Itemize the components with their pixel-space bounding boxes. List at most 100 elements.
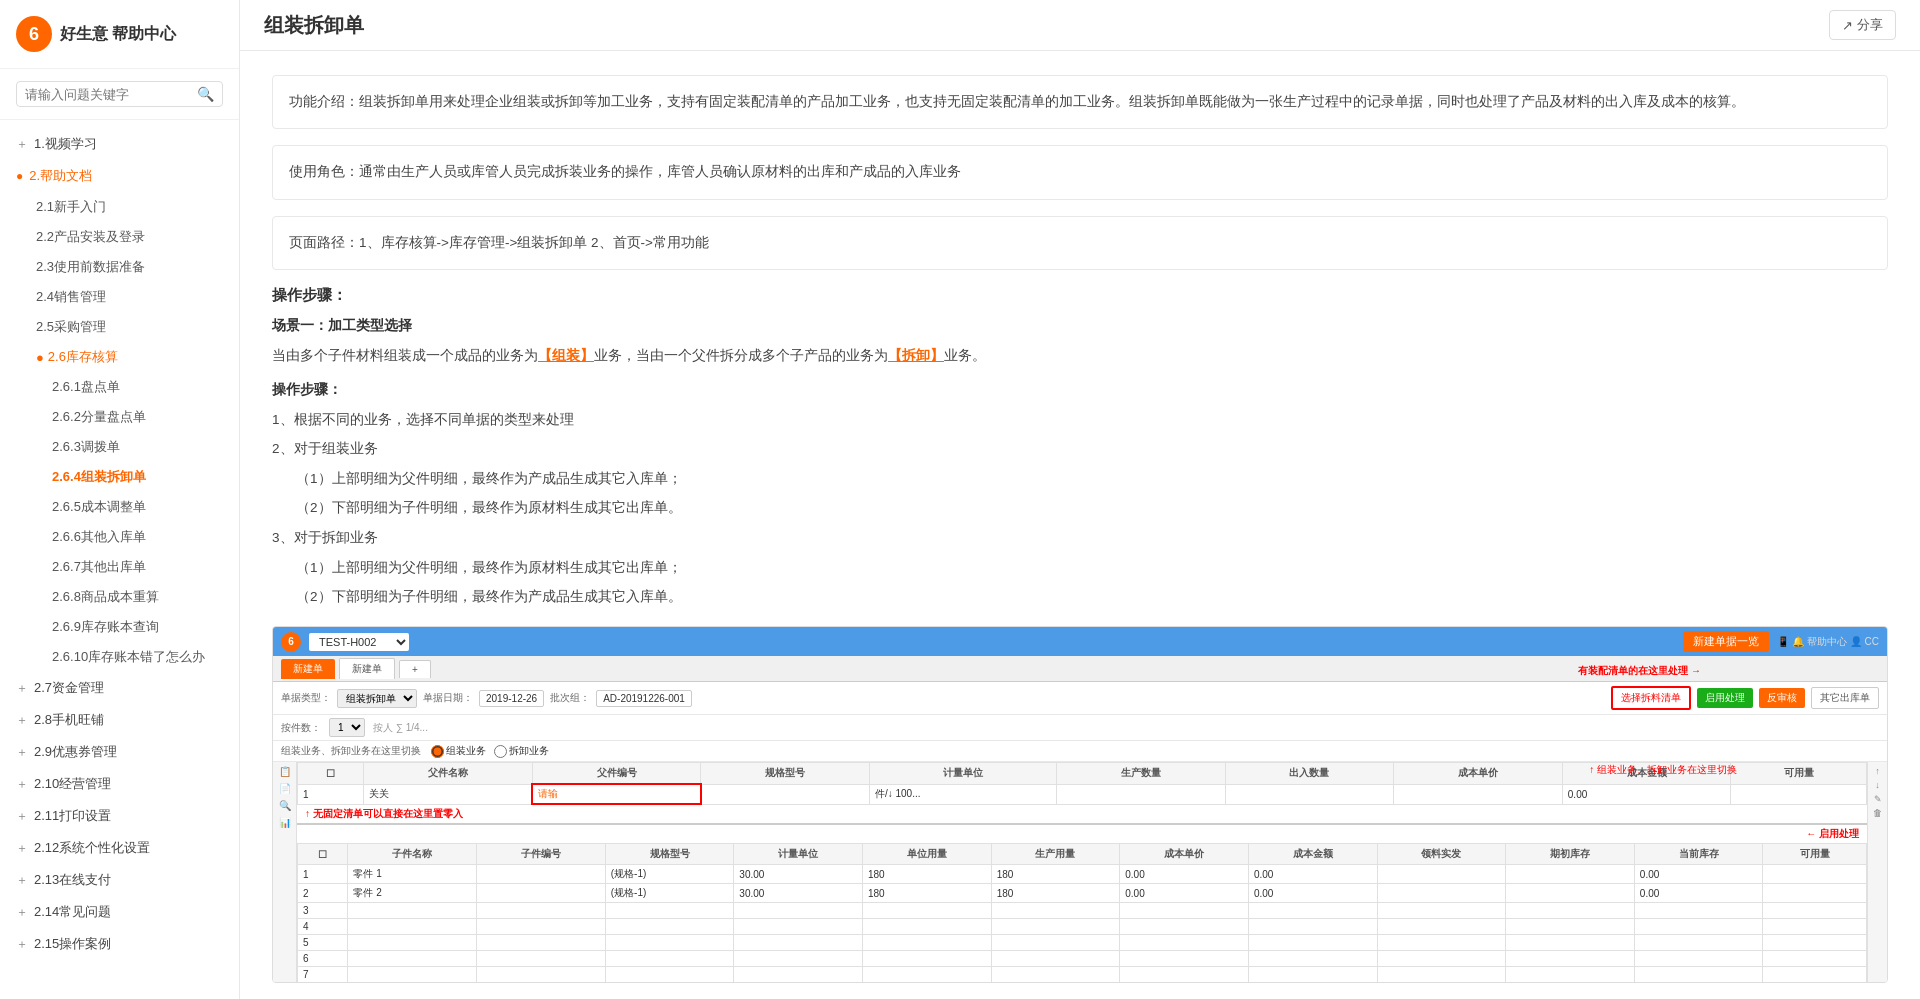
- sidebar-item-262[interactable]: 2.6.2分量盘点单: [0, 402, 239, 432]
- ss-logo: 6: [281, 632, 301, 652]
- sidebar-item-finance[interactable]: ＋ 2.7资金管理: [0, 672, 239, 704]
- link-assembly[interactable]: 【组装】: [538, 348, 594, 363]
- screenshot-container: 6 TEST-H002 新建单据一览 📱 🔔 帮助中心 👤 CC 新建单 新建单…: [272, 626, 1888, 983]
- ss-col-spec: 规格型号: [701, 763, 870, 785]
- ss-annotation4: ↑ 无固定清单可以直接在这里置零入: [297, 805, 1867, 823]
- ss-child-col-cost-price: 成本单价: [1120, 844, 1249, 865]
- ss-org-select[interactable]: TEST-H002: [309, 633, 409, 651]
- step2: 2、对于组装业务: [272, 436, 1888, 462]
- sidebar-item-purchase[interactable]: 2.5采购管理: [0, 312, 239, 342]
- link-disassembly[interactable]: 【拆卸】: [888, 348, 944, 363]
- ss-date-val[interactable]: 2019-12-26: [479, 690, 544, 707]
- ss-other-out-btn[interactable]: 其它出库单: [1811, 687, 1879, 709]
- ss-col-prod-qty: 生产数量: [1056, 763, 1225, 785]
- collapse-icon-inventory: ●: [36, 350, 44, 365]
- ss-col-inout-qty: 出入数量: [1225, 763, 1394, 785]
- table-row: 7: [298, 967, 1867, 983]
- sidebar-item-label: 1.视频学习: [34, 135, 97, 153]
- sidebar-item-data-prep[interactable]: 2.3使用前数据准备: [0, 252, 239, 282]
- ss-lower-table: ← 启用处理 ☐ 子件名称 子件编号 规格型号 计量单位 单位用量: [297, 825, 1867, 982]
- ss-new-doc-btn[interactable]: 新建单据一览: [1683, 631, 1769, 652]
- ss-radio-group: 组装业务 拆卸业务: [431, 744, 549, 758]
- share-button[interactable]: ↗ 分享: [1829, 10, 1896, 40]
- ss-sub-toolbar: 按件数： 1 按人 ∑ 1/4...: [273, 715, 1887, 741]
- sidebar-item-print[interactable]: ＋ 2.11打印设置: [0, 800, 239, 832]
- ss-main-table-area[interactable]: ☐ 父件名称 父件编号 规格型号 计量单位 生产数量 出入数量 成本单价 成本金…: [297, 762, 1867, 982]
- ss-annotation3: ← 启用处理: [1806, 827, 1859, 841]
- sidebar-item-263[interactable]: 2.6.3调拨单: [0, 432, 239, 462]
- ss-right-icon-bar: ↑↓✎🗑: [1867, 762, 1887, 982]
- sidebar-item-ops[interactable]: ＋ 2.10经营管理: [0, 768, 239, 800]
- ss-annotation2: ↑ 组装业务、拆卸业务在这里切换: [1589, 763, 1737, 777]
- ss-batch-val[interactable]: AD-20191226-001: [596, 690, 692, 707]
- steps-title: 操作步骤：: [272, 381, 1888, 399]
- sidebar-item-268[interactable]: 2.6.8商品成本重算: [0, 582, 239, 612]
- ss-parent-code-cell[interactable]: 请输: [532, 784, 701, 804]
- ss-child-col-code: 子件编号: [477, 844, 606, 865]
- ss-annotation-area: 选择拆料清单 有装配清单的在这里处理 →: [1611, 686, 1691, 710]
- scene1-desc: 当由多个子件材料组装成一个成品的业务为【组装】业务，当由一个父件拆分成多个子产品…: [272, 343, 1888, 369]
- sidebar-item-docs[interactable]: ● 2.帮助文档: [0, 160, 239, 192]
- sidebar-item-install[interactable]: 2.2产品安装及登录: [0, 222, 239, 252]
- ss-child-col-avail: 可用量: [1763, 844, 1867, 865]
- sidebar-item-settings[interactable]: ＋ 2.12系统个性化设置: [0, 832, 239, 864]
- top-bar: 组装拆卸单 ↗ 分享: [240, 0, 1920, 51]
- sidebar-item-269[interactable]: 2.6.9库存账本查询: [0, 612, 239, 642]
- ss-tab-extra[interactable]: +: [399, 660, 431, 678]
- ss-form-header: 单据类型： 组装拆卸单 单据日期： 2019-12-26 批次组： AD-201…: [273, 682, 1887, 715]
- ss-icons: 📱 🔔 帮助中心 👤 CC: [1777, 635, 1879, 649]
- table-row: 2 零件 2 (规格-1) 30.00 180 180 0.00 0.00: [298, 884, 1867, 903]
- sidebar-item-sales[interactable]: 2.4销售管理: [0, 282, 239, 312]
- ss-radio-assembly[interactable]: 组装业务: [431, 744, 486, 758]
- ss-child-col-spec: 规格型号: [605, 844, 734, 865]
- sidebar-item-new-user[interactable]: 2.1新手入门: [0, 192, 239, 222]
- step2-2: （2）下部明细为子件明细，最终作为原材料生成其它出库单。: [272, 495, 1888, 521]
- ss-child-col-curr-stock: 当前库存: [1634, 844, 1763, 865]
- ss-process-label: 组装业务、拆卸业务在这里切换: [281, 744, 421, 758]
- ss-col-unit: 计量单位: [869, 763, 1056, 785]
- function-intro-text: 功能介绍：组装拆卸单用来处理企业组装或拆卸等加工业务，支持有固定装配清单的产品加…: [289, 94, 1745, 109]
- role-intro-block: 使用角色：通常由生产人员或库管人员完成拆装业务的操作，库管人员确认原材料的出库和…: [272, 145, 1888, 199]
- ss-left-icon-bar: 📋📄🔍📊: [273, 762, 297, 982]
- sidebar-item-261[interactable]: 2.6.1盘点单: [0, 372, 239, 402]
- sidebar-item-265[interactable]: 2.6.5成本调整单: [0, 492, 239, 522]
- ss-date-label: 单据日期：: [423, 691, 473, 705]
- sidebar-item-264[interactable]: 2.6.4组装拆卸单: [0, 462, 239, 492]
- ss-radio-disassembly[interactable]: 拆卸业务: [494, 744, 549, 758]
- share-icon: ↗: [1842, 18, 1853, 33]
- sidebar-item-266[interactable]: 2.6.6其他入库单: [0, 522, 239, 552]
- path-intro-text: 页面路径：1、库存核算->库存管理->组装拆卸单 2、首页->常用功能: [289, 235, 709, 250]
- sidebar-item-payment[interactable]: ＋ 2.13在线支付: [0, 864, 239, 896]
- ss-tab-new[interactable]: 新建单: [339, 658, 395, 679]
- ss-annotation3-row: ← 启用处理: [297, 825, 1867, 843]
- sidebar-item-cases[interactable]: ＋ 2.15操作案例: [0, 928, 239, 960]
- path-intro-block: 页面路径：1、库存核算->库存管理->组装拆卸单 2、首页->常用功能: [272, 216, 1888, 270]
- sidebar-item-faq[interactable]: ＋ 2.14常见问题: [0, 896, 239, 928]
- ss-enable-btn[interactable]: 启用处理: [1697, 688, 1753, 708]
- search-icon[interactable]: 🔍: [197, 86, 214, 102]
- ss-type-select[interactable]: 组装拆卸单: [337, 689, 417, 708]
- function-intro-block: 功能介绍：组装拆卸单用来处理企业组装或拆卸等加工业务，支持有固定装配清单的产品加…: [272, 75, 1888, 129]
- sidebar-item-inventory[interactable]: ● 2.6库存核算: [0, 342, 239, 372]
- ss-unit-label: 按件数：: [281, 721, 321, 735]
- search-box[interactable]: 🔍: [16, 81, 223, 107]
- ss-select-bom-btn[interactable]: 选择拆料清单: [1611, 686, 1691, 710]
- role-intro-text: 使用角色：通常由生产人员或库管人员完成拆装业务的操作，库管人员确认原材料的出库和…: [289, 164, 961, 179]
- ss-radio-disassembly-input[interactable]: [494, 745, 507, 758]
- sidebar-item-video[interactable]: ＋ 1.视频学习: [0, 128, 239, 160]
- sidebar-item-label: 2.帮助文档: [29, 167, 92, 185]
- ss-unit-select[interactable]: 1: [329, 718, 365, 737]
- table-row: 1 关关 请输 件/↓ 100... 0.00: [298, 784, 1867, 804]
- ss-tab-active[interactable]: 新建单: [281, 659, 335, 679]
- search-input[interactable]: [25, 87, 197, 102]
- ss-annotation1: 有装配清单的在这里处理 →: [1578, 664, 1701, 678]
- sidebar-item-2610[interactable]: 2.6.10库存账本错了怎么办: [0, 642, 239, 672]
- ss-child-col-check: ☐: [298, 844, 348, 865]
- sidebar-item-mobile[interactable]: ＋ 2.8手机旺铺: [0, 704, 239, 736]
- sidebar-item-coupon[interactable]: ＋ 2.9优惠券管理: [0, 736, 239, 768]
- ss-anti-audit-btn[interactable]: 反审核: [1759, 688, 1805, 708]
- sidebar-item-267[interactable]: 2.6.7其他出库单: [0, 552, 239, 582]
- ss-type-label: 单据类型：: [281, 691, 331, 705]
- ss-radio-assembly-input[interactable]: [431, 745, 444, 758]
- step3: 3、对于拆卸业务: [272, 525, 1888, 551]
